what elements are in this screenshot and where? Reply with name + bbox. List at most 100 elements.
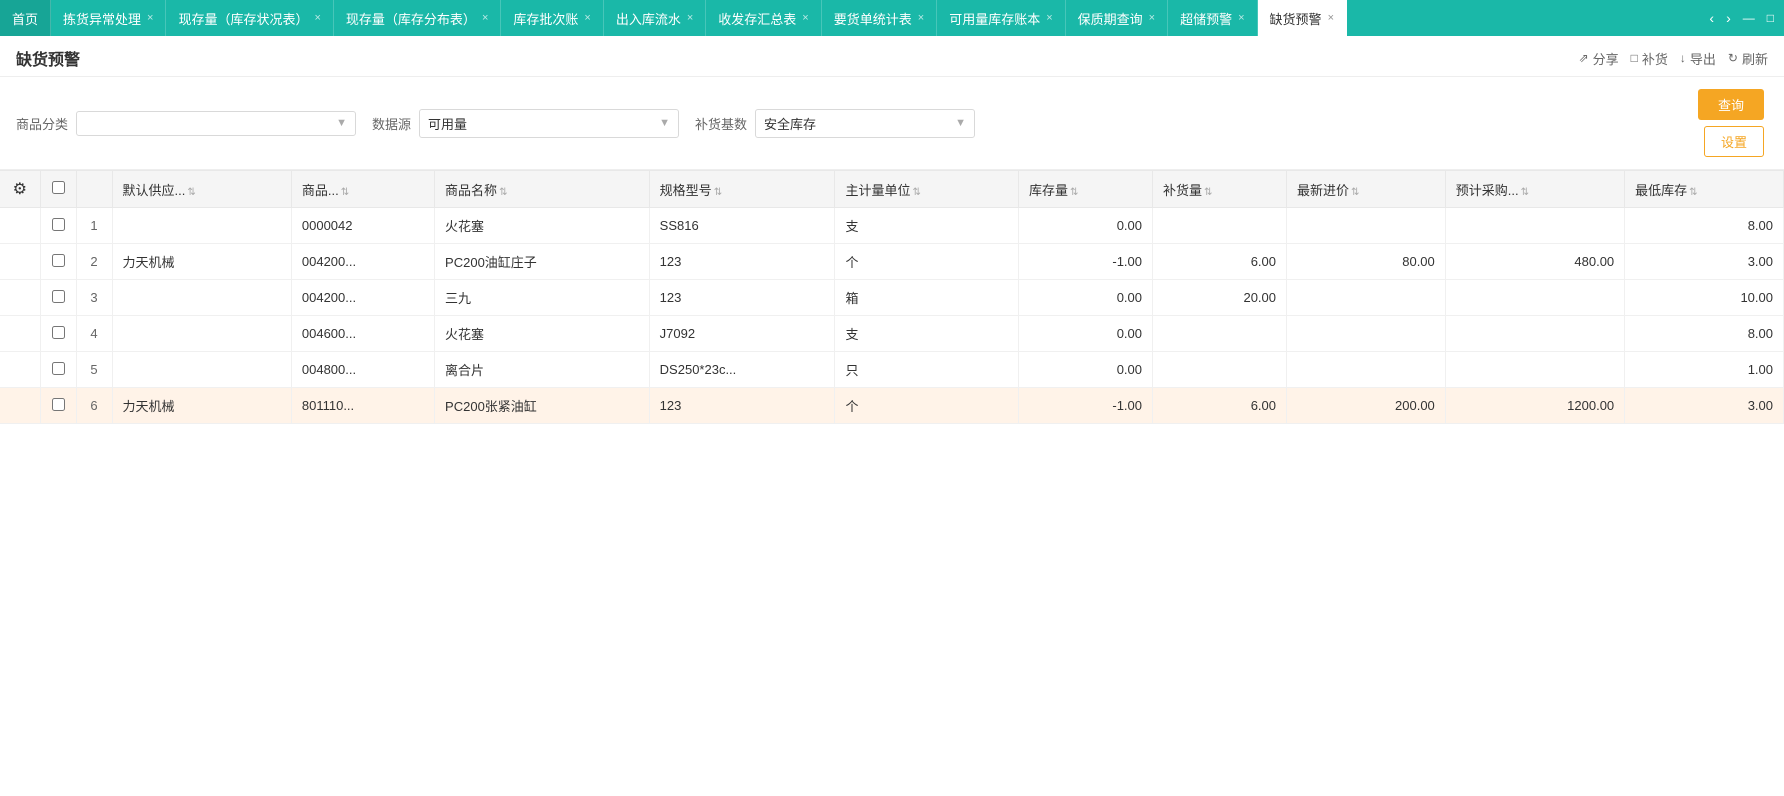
table-row[interactable]: 6力天机械801110...PC200张紧油缸123个-1.006.00200.…	[0, 388, 1784, 424]
row-gear-cell	[0, 388, 40, 424]
col-est_purchase[interactable]: 预计采购...⇅	[1445, 171, 1624, 208]
query-button[interactable]: 查询	[1698, 89, 1764, 120]
col-replenish_qty[interactable]: 补货量⇅	[1153, 171, 1287, 208]
tab-close-btn[interactable]: ×	[314, 12, 320, 24]
col-stock[interactable]: 库存量⇅	[1018, 171, 1152, 208]
table-row[interactable]: 4004600...火花塞J7092支0.008.00	[0, 316, 1784, 352]
cell-stock: 0.00	[1018, 208, 1152, 244]
cell-replenish_qty: 6.00	[1153, 244, 1287, 280]
row-checkbox[interactable]	[52, 254, 65, 267]
tab-home[interactable]: 首页	[0, 0, 51, 36]
tab-inventory-status[interactable]: 现存量（库存状况表） ×	[166, 0, 333, 36]
tab-label: 可用量库存账本	[949, 9, 1040, 28]
row-checkbox[interactable]	[52, 218, 65, 231]
tab-close-btn[interactable]: ×	[482, 12, 488, 24]
settings-button[interactable]: 设置	[1704, 126, 1764, 157]
tab-close-btn[interactable]: ×	[1149, 12, 1155, 24]
replenish-btn[interactable]: □ 补货	[1631, 49, 1668, 68]
tab-available-ledger[interactable]: 可用量库存账本 ×	[937, 0, 1065, 36]
row-gear-cell	[0, 244, 40, 280]
sort-icon: ⇅	[1070, 187, 1078, 198]
tab-next-btn[interactable]: ›	[1720, 6, 1737, 30]
cell-default_supplier	[112, 280, 291, 316]
tab-expiry[interactable]: 保质期查询×	[1066, 0, 1168, 36]
tab-receipt-summary[interactable]: 收发存汇总表×	[706, 0, 821, 36]
tab-flow[interactable]: 出入库流水×	[604, 0, 706, 36]
cell-stock: -1.00	[1018, 388, 1152, 424]
tab-label: 库存批次账	[513, 9, 578, 28]
cell-stock: -1.00	[1018, 244, 1152, 280]
action-buttons: 查询 设置	[1698, 89, 1768, 157]
tab-exception[interactable]: 拣货异常处理×	[51, 0, 166, 36]
replenish-icon: □	[1631, 51, 1638, 65]
tab-prev-btn[interactable]: ‹	[1703, 6, 1720, 30]
row-checkbox-cell[interactable]	[40, 352, 76, 388]
table-row[interactable]: 5004800...离合片DS250*23c...只0.001.00	[0, 352, 1784, 388]
cell-replenish_qty: 20.00	[1153, 280, 1287, 316]
cell-min_stock: 3.00	[1625, 388, 1784, 424]
tab-controls: ‹ › — □	[1703, 6, 1784, 30]
col-goods_code[interactable]: 商品...⇅	[291, 171, 434, 208]
row-checkbox-cell[interactable]	[40, 280, 76, 316]
gear-icon[interactable]: ⚙	[13, 181, 27, 198]
col-goods_name[interactable]: 商品名称⇅	[435, 171, 650, 208]
row-checkbox-cell[interactable]	[40, 244, 76, 280]
cell-spec: J7092	[649, 316, 835, 352]
tab-batch-account[interactable]: 库存批次账 ×	[501, 0, 603, 36]
select-all-checkbox[interactable]	[52, 181, 65, 194]
tab-inventory-dist[interactable]: 现存量（库存分布表）×	[334, 0, 501, 36]
col-checkbox	[40, 171, 76, 208]
category-select[interactable]: ▼	[76, 111, 356, 136]
cell-est_purchase: 480.00	[1445, 244, 1624, 280]
category-label: 商品分类	[16, 114, 68, 133]
page-content: 缺货预警 ⇗ 分享 □ 补货 ↓ 导出 ↻ 刷新 商品分类	[0, 36, 1784, 796]
tab-label: 现存量（库存状况表）	[178, 9, 308, 28]
row-checkbox-cell[interactable]	[40, 316, 76, 352]
table-row[interactable]: 3004200...三九123箱0.0020.0010.00	[0, 280, 1784, 316]
tab-close-btn[interactable]: ×	[918, 12, 924, 24]
tab-order-stats[interactable]: 要货单统计表×	[822, 0, 937, 36]
tab-close-btn[interactable]: ×	[147, 12, 153, 24]
cell-replenish_qty	[1153, 208, 1287, 244]
col-default_supplier[interactable]: 默认供应...⇅	[112, 171, 291, 208]
col-min_stock[interactable]: 最低库存⇅	[1625, 171, 1784, 208]
col-spec[interactable]: 规格型号⇅	[649, 171, 835, 208]
cell-default_supplier	[112, 208, 291, 244]
export-btn[interactable]: ↓ 导出	[1680, 49, 1716, 68]
tab-close-btn[interactable]: ×	[802, 12, 808, 24]
cell-min_stock: 8.00	[1625, 316, 1784, 352]
row-checkbox-cell[interactable]	[40, 208, 76, 244]
row-gear-cell	[0, 280, 40, 316]
tab-close-btn[interactable]: ×	[687, 12, 693, 24]
cell-est_purchase	[1445, 352, 1624, 388]
table-row[interactable]: 10000042火花塞SS816支0.008.00	[0, 208, 1784, 244]
replenish-base-select[interactable]: 安全库存 ▼	[755, 109, 975, 138]
datasource-chevron-icon: ▼	[659, 117, 670, 129]
tab-minimize-btn[interactable]: —	[1737, 7, 1761, 29]
tab-shortage[interactable]: 缺货预警×	[1258, 0, 1347, 36]
page-title: 缺货预警	[16, 46, 80, 70]
row-gear-cell	[0, 208, 40, 244]
cell-est_purchase	[1445, 208, 1624, 244]
cell-default_supplier	[112, 352, 291, 388]
cell-latest_price	[1287, 352, 1446, 388]
row-checkbox[interactable]	[52, 326, 65, 339]
tab-overstock[interactable]: 超储预警×	[1168, 0, 1257, 36]
cell-unit: 支	[835, 316, 1019, 352]
tab-close-btn[interactable]: ×	[584, 12, 590, 24]
tab-maximize-btn[interactable]: □	[1761, 7, 1780, 29]
cell-goods_name: PC200油缸庄子	[435, 244, 650, 280]
tab-close-btn[interactable]: ×	[1046, 12, 1052, 24]
refresh-btn[interactable]: ↻ 刷新	[1728, 49, 1768, 68]
tab-close-btn[interactable]: ×	[1328, 12, 1334, 24]
col-latest_price[interactable]: 最新进价⇅	[1287, 171, 1446, 208]
row-checkbox[interactable]	[52, 290, 65, 303]
share-btn[interactable]: ⇗ 分享	[1579, 49, 1619, 68]
row-checkbox[interactable]	[52, 362, 65, 375]
table-row[interactable]: 2力天机械004200...PC200油缸庄子123个-1.006.0080.0…	[0, 244, 1784, 280]
tab-close-btn[interactable]: ×	[1238, 12, 1244, 24]
datasource-select[interactable]: 可用量 ▼	[419, 109, 679, 138]
row-checkbox[interactable]	[52, 398, 65, 411]
col-unit[interactable]: 主计量单位⇅	[835, 171, 1019, 208]
row-checkbox-cell[interactable]	[40, 388, 76, 424]
